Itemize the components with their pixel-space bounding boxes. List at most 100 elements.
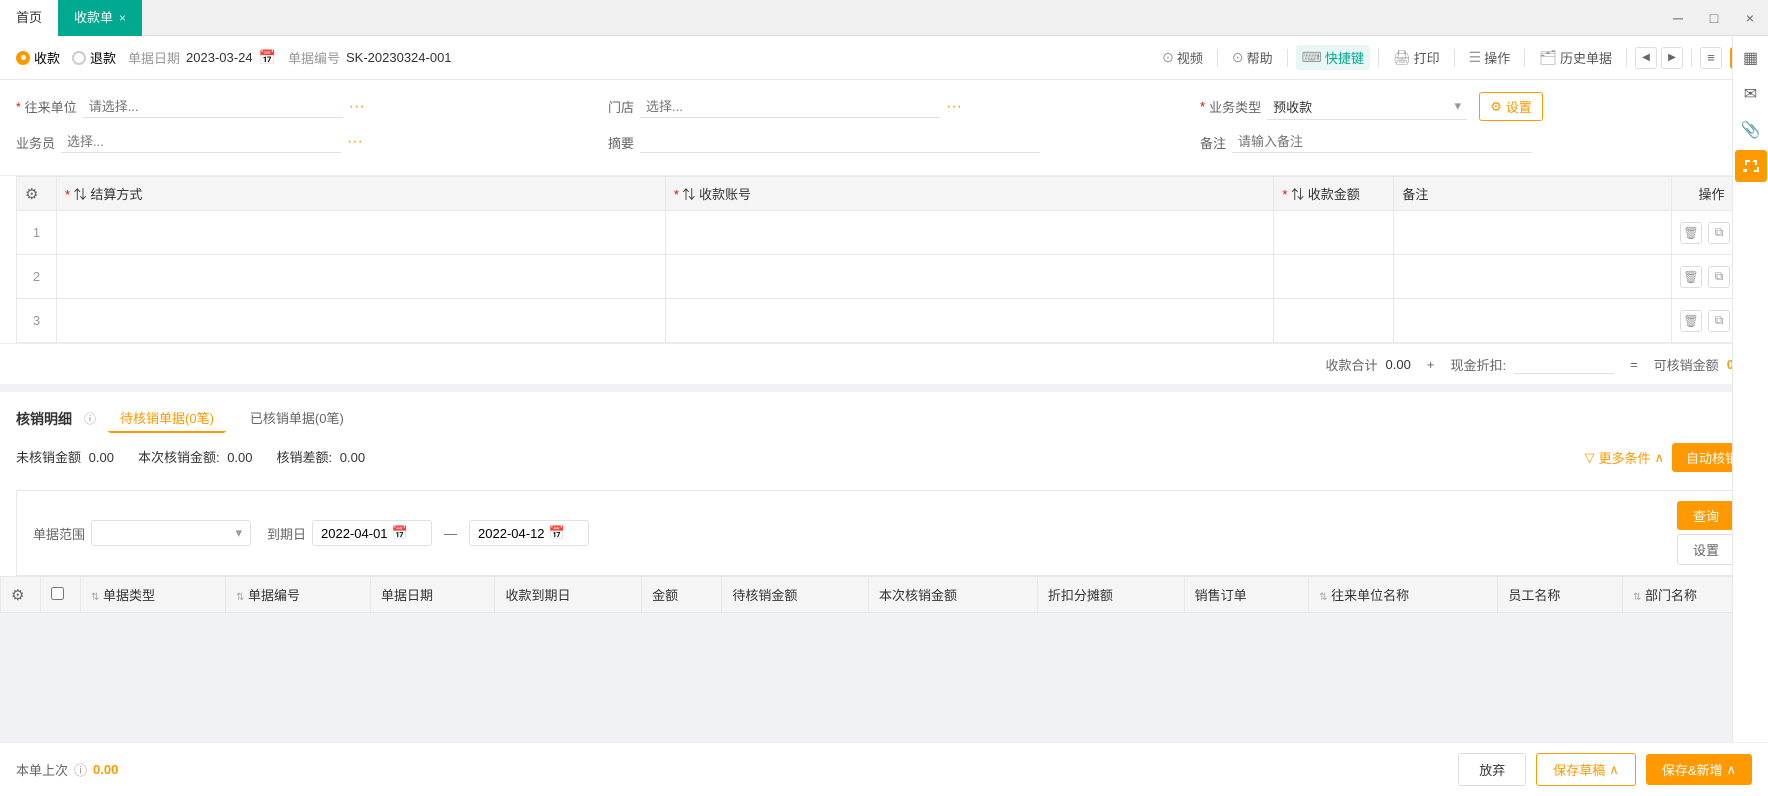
form-row-1: * 往来单位 ··· 门店 ··· * 业务类型 预收款 ▾ ⚙ 设置 bbox=[16, 92, 1752, 121]
due-date-label: 到期日 bbox=[267, 524, 306, 543]
close-button[interactable]: × bbox=[1732, 0, 1768, 36]
print-button[interactable]: 🖨 打印 bbox=[1387, 45, 1446, 70]
receipt-refund-radio-group: 收款 退款 bbox=[16, 48, 116, 67]
number-value: SK-20230324-001 bbox=[346, 50, 452, 65]
abandon-button[interactable]: 放弃 bbox=[1458, 753, 1526, 786]
history-button[interactable]: 🗂 历史单据 bbox=[1533, 45, 1618, 70]
remark-cell[interactable] bbox=[1394, 255, 1672, 299]
table-row: 3 🗑 ⧉ bbox=[17, 299, 1752, 343]
minimize-button[interactable]: ─ bbox=[1660, 0, 1696, 36]
filter-row: 单据范围 ▾ 到期日 2022-04-01 📅 — 2022-04-12 📅 查… bbox=[16, 490, 1752, 576]
sidebar-expand-icon[interactable] bbox=[1735, 150, 1767, 182]
business-type-required: * bbox=[1200, 99, 1205, 114]
copy-row-button[interactable]: ⧉ bbox=[1708, 222, 1730, 244]
nav-next-button[interactable]: ▶ bbox=[1661, 47, 1683, 69]
sidebar-clip-icon[interactable]: 📎 bbox=[1735, 114, 1767, 146]
col-account: ⇅ 收款账号 bbox=[665, 177, 1274, 211]
help-button[interactable]: ⊙ 帮助 bbox=[1226, 45, 1279, 70]
amount-cell[interactable] bbox=[1274, 299, 1394, 343]
col-number: ⇅ 单据编号 bbox=[225, 577, 370, 613]
maximize-button[interactable]: □ bbox=[1696, 0, 1732, 36]
business-type-field: * 业务类型 预收款 ▾ ⚙ 设置 bbox=[1200, 92, 1752, 121]
staff-input[interactable] bbox=[61, 131, 341, 153]
tab-close-icon[interactable]: × bbox=[119, 0, 126, 36]
account-cell[interactable] bbox=[665, 211, 1274, 255]
settings-label: 设置 bbox=[1506, 97, 1532, 116]
table-row: 2 🗑 ⧉ bbox=[17, 255, 1752, 299]
range-select[interactable]: ▾ bbox=[91, 520, 251, 546]
bottom-table-gear-icon[interactable]: ⚙ bbox=[11, 587, 24, 604]
save-draft-button[interactable]: 保存草稿 ∧ bbox=[1536, 753, 1636, 786]
filter-settings-button[interactable]: 设置 bbox=[1677, 534, 1735, 565]
settlement-cell[interactable] bbox=[57, 211, 666, 255]
footer: 本单上次 ⓘ 0.00 放弃 保存草稿 ∧ 保存&新增 ∧ bbox=[0, 742, 1768, 796]
footer-buttons: 放弃 保存草稿 ∧ 保存&新增 ∧ bbox=[1458, 753, 1752, 786]
remark-cell[interactable] bbox=[1394, 299, 1672, 343]
copy-row-button[interactable]: ⧉ bbox=[1708, 266, 1730, 288]
unverified-value: 0.00 bbox=[89, 450, 114, 465]
summary-input[interactable] bbox=[640, 131, 1040, 153]
layout-list-button[interactable]: ≡ bbox=[1700, 47, 1722, 69]
store-more-button[interactable]: ··· bbox=[940, 98, 968, 116]
delete-row-button[interactable]: 🗑 bbox=[1680, 222, 1702, 244]
account-cell[interactable] bbox=[665, 255, 1274, 299]
history-icon: 🗂 bbox=[1539, 49, 1557, 66]
amount-cell[interactable] bbox=[1274, 255, 1394, 299]
discount-input[interactable] bbox=[1514, 354, 1614, 374]
tab-receipt[interactable]: 收款单 × bbox=[58, 0, 142, 36]
shortcut-button[interactable]: ⌨ 快捷键 bbox=[1296, 45, 1370, 70]
remark-cell[interactable] bbox=[1394, 211, 1672, 255]
staff-more-button[interactable]: ··· bbox=[341, 133, 369, 151]
partner-input[interactable] bbox=[83, 96, 343, 118]
partner-more-button[interactable]: ··· bbox=[343, 98, 371, 116]
receipt-radio[interactable]: 收款 bbox=[16, 48, 60, 67]
video-icon: ⊙ bbox=[1162, 49, 1174, 66]
more-conditions-label: 更多条件 bbox=[1598, 448, 1650, 467]
settings-button[interactable]: ⚙ 设置 bbox=[1479, 92, 1543, 121]
writeoff-title: 核销明细 bbox=[16, 409, 72, 429]
tab-done[interactable]: 已核销单据(0笔) bbox=[238, 404, 356, 433]
video-button[interactable]: ⊙ 视频 bbox=[1156, 45, 1209, 70]
date-from-picker[interactable]: 2022-04-01 📅 bbox=[312, 520, 432, 546]
page-label: 本单上次 bbox=[16, 760, 68, 779]
col-staff: 员工名称 bbox=[1498, 577, 1623, 613]
query-button[interactable]: 查询 bbox=[1677, 501, 1735, 530]
writeoff-section: 核销明细 ⓘ 待核销单据(0笔) 已核销单据(0笔) 未核销金额 0.00 本次… bbox=[0, 392, 1768, 576]
date-to-value: 2022-04-12 bbox=[478, 526, 545, 541]
sidebar-mail-icon[interactable]: ✉ bbox=[1735, 78, 1767, 110]
filter-icon: ▽ bbox=[1584, 450, 1594, 466]
select-all-checkbox[interactable] bbox=[51, 587, 64, 600]
amount-cell[interactable] bbox=[1274, 211, 1394, 255]
refund-radio[interactable]: 退款 bbox=[72, 48, 116, 67]
divider1 bbox=[1217, 49, 1218, 67]
date-to-picker[interactable]: 2022-04-12 📅 bbox=[469, 520, 589, 546]
settlement-cell[interactable] bbox=[57, 255, 666, 299]
store-input[interactable] bbox=[640, 96, 940, 118]
table-row: 1 🗑 ⧉ bbox=[17, 211, 1752, 255]
delete-row-button[interactable]: 🗑 bbox=[1680, 266, 1702, 288]
account-cell[interactable] bbox=[665, 299, 1274, 343]
col-due-date: 收款到期日 bbox=[495, 577, 642, 613]
save-new-button[interactable]: 保存&新增 ∧ bbox=[1646, 754, 1752, 785]
nav-prev-button[interactable]: ◀ bbox=[1635, 47, 1657, 69]
current-label: 本次核销金额: bbox=[138, 450, 220, 465]
divider7 bbox=[1691, 49, 1692, 67]
table-gear-icon[interactable]: ⚙ bbox=[25, 186, 38, 203]
settlement-cell[interactable] bbox=[57, 299, 666, 343]
business-type-select[interactable]: 预收款 ▾ bbox=[1267, 94, 1467, 120]
calendar-icon[interactable]: 📅 bbox=[259, 49, 276, 66]
delete-row-button[interactable]: 🗑 bbox=[1680, 310, 1702, 332]
video-label: 视频 bbox=[1177, 48, 1203, 67]
info-icon[interactable]: ⓘ bbox=[84, 410, 96, 427]
sidebar-table-icon[interactable]: ▦ bbox=[1735, 42, 1767, 74]
more-conditions-button[interactable]: ▽ 更多条件 ∧ bbox=[1584, 448, 1664, 467]
gear-icon: ⚙ bbox=[1490, 99, 1502, 115]
info-icon-footer: ⓘ bbox=[74, 760, 87, 779]
tab-home[interactable]: 首页 bbox=[0, 0, 58, 36]
tab-pending[interactable]: 待核销单据(0笔) bbox=[108, 404, 226, 433]
col-partner: ⇅ 往来单位名称 bbox=[1309, 577, 1498, 613]
operate-button[interactable]: ☰ 操作 bbox=[1463, 45, 1517, 70]
section-divider bbox=[0, 384, 1768, 392]
copy-row-button[interactable]: ⧉ bbox=[1708, 310, 1730, 332]
remarks-input[interactable] bbox=[1232, 131, 1532, 153]
